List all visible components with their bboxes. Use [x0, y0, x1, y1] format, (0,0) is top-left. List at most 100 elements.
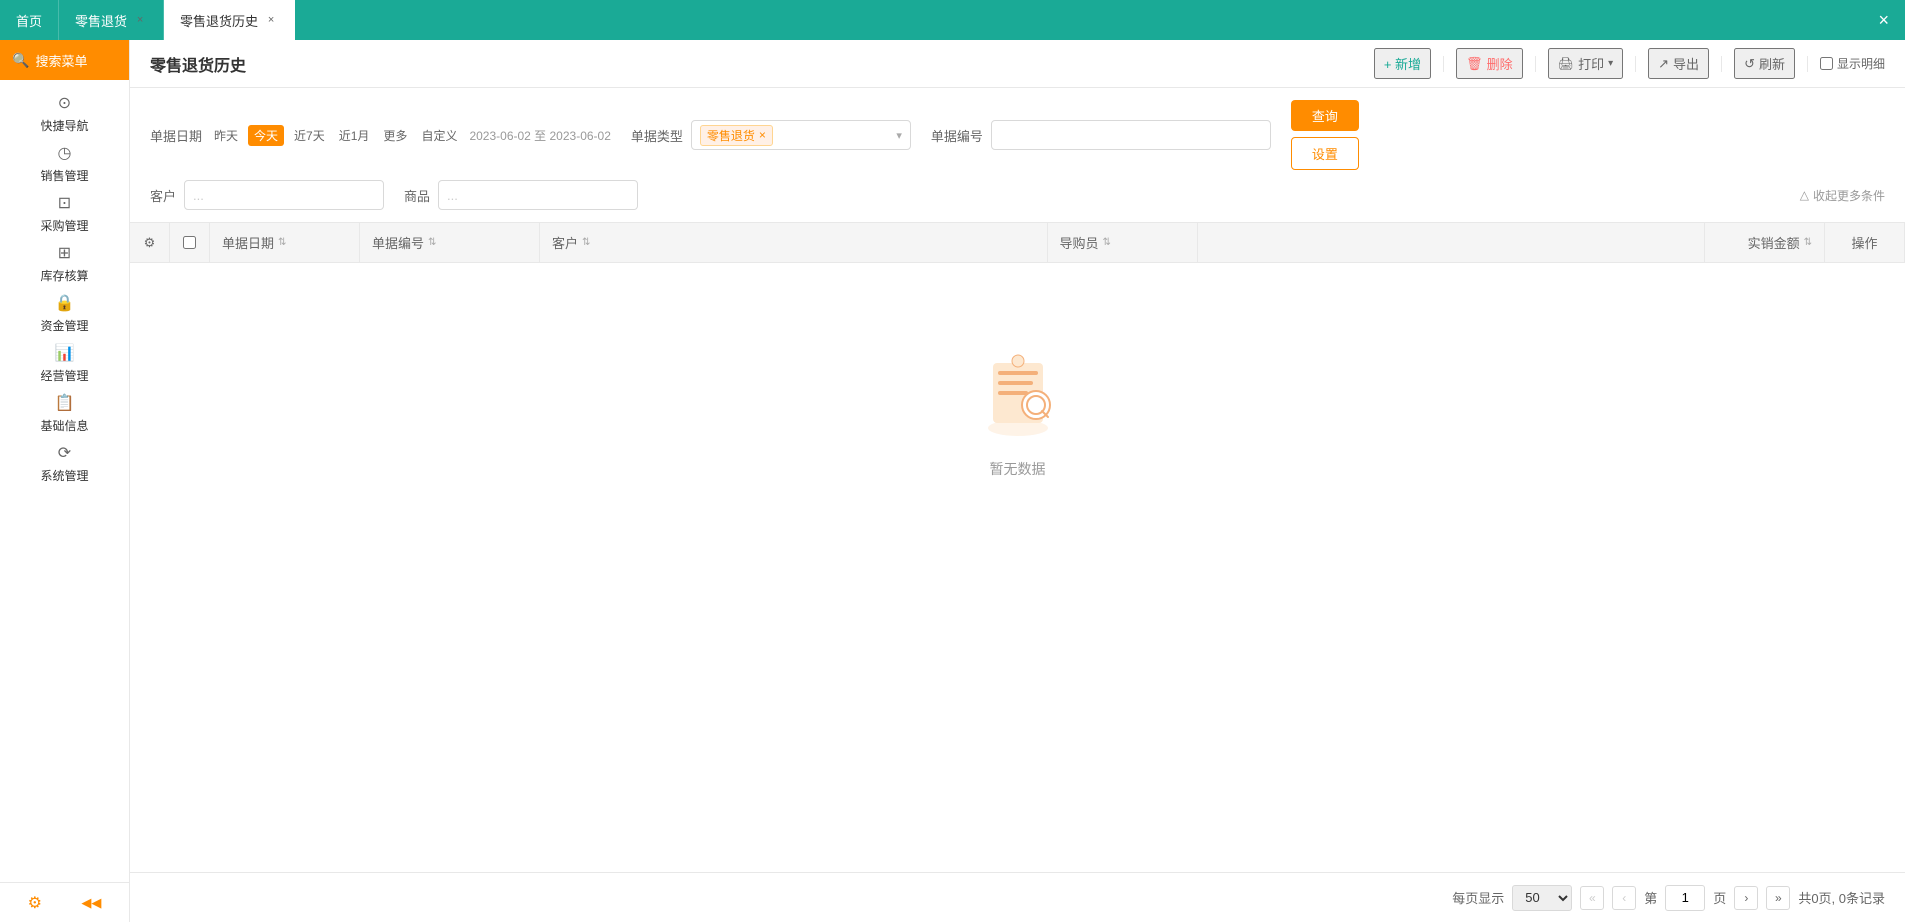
sidebar-item-sales-mgmt-label: 销售管理 — [40, 167, 88, 184]
doc-no-label: 单据编号 — [931, 126, 983, 145]
next-page-icon: › — [1744, 891, 1748, 905]
sidebar-settings-icon[interactable]: ⚙ — [28, 893, 42, 913]
main-layout: 🔍 搜索菜单 ⊙ 快捷导航 ◷ 销售管理 ⊡ 采购管理 ⊞ 库存核算 🔒 资金 — [0, 40, 1905, 922]
goods-label: 商品 — [404, 186, 430, 205]
date-range-display: 2023-06-02 至 2023-06-02 — [469, 127, 610, 144]
tab-retail-return-history-label: 零售退货历史 — [180, 11, 258, 30]
table-area: ⚙ 单据日期 ⇅ 单据编号 ⇅ 客户 ⇅ 导购员 — [130, 223, 1905, 872]
page-actions: + 新增 🗑 删除 🖨 打印 ▾ ↗ 导出 — [1374, 48, 1885, 79]
first-page-button[interactable]: « — [1580, 886, 1604, 910]
total-info: 共0页, 0条记录 — [1798, 888, 1885, 907]
sidebar-item-basic-info[interactable]: 📋 基础信息 — [0, 388, 129, 438]
sidebar-item-purchase-mgmt-label: 采购管理 — [40, 217, 88, 234]
date-opt-yesterday[interactable]: 昨天 — [210, 125, 242, 146]
page-title: 零售退货历史 — [150, 52, 246, 76]
sidebar-item-fund-mgmt[interactable]: 🔒 资金管理 — [0, 288, 129, 338]
sidebar-item-sales-mgmt[interactable]: ◷ 销售管理 — [0, 138, 129, 188]
tab-retail-return[interactable]: 零售退货 × — [59, 0, 164, 40]
basic-info-icon: 📋 — [55, 393, 75, 413]
sales-icon: ◷ — [58, 143, 72, 163]
th-customer-label: 客户 — [552, 233, 578, 252]
print-button-label: 打印 — [1578, 54, 1604, 73]
export-button[interactable]: ↗ 导出 — [1648, 48, 1709, 79]
refresh-button[interactable]: ↺ 刷新 — [1734, 48, 1795, 79]
sidebar-item-ops-mgmt[interactable]: 📊 经营管理 — [0, 338, 129, 388]
divider-4 — [1721, 56, 1722, 72]
sidebar-item-sys-mgmt[interactable]: ⟳ 系统管理 — [0, 438, 129, 488]
th-amount-label: 实销金额 — [1748, 233, 1800, 252]
print-button[interactable]: 🖨 打印 ▾ — [1548, 48, 1624, 79]
guide-sort-icon: ⇅ — [1103, 237, 1111, 248]
th-ops-label: 操作 — [1851, 233, 1877, 252]
page-label-prefix: 第 — [1644, 888, 1657, 907]
delete-button[interactable]: 🗑 删除 — [1456, 48, 1523, 79]
sidebar-item-fund-mgmt-label: 资金管理 — [40, 317, 88, 334]
date-opt-last7[interactable]: 近7天 — [290, 125, 329, 146]
doc-type-tag: 零售退货 × — [700, 125, 773, 146]
prev-page-button[interactable]: ‹ — [1612, 886, 1636, 910]
page-number-input[interactable] — [1665, 885, 1705, 911]
doc-type-label: 单据类型 — [631, 126, 683, 145]
sidebar-item-purchase-mgmt[interactable]: ⊡ 采购管理 — [0, 188, 129, 238]
th-checkbox[interactable] — [170, 223, 210, 262]
doc-type-filter: 单据类型 零售退货 × ▾ — [631, 120, 911, 150]
select-all-checkbox[interactable] — [183, 236, 196, 249]
show-details-checkbox[interactable]: 显示明细 — [1820, 55, 1885, 72]
goods-placeholder: ... — [447, 188, 458, 203]
filter-actions: 查询 设置 — [1291, 100, 1359, 170]
refresh-icon: ↺ — [1744, 56, 1755, 72]
content-area: 零售退货历史 + 新增 🗑 删除 🖨 打印 ▾ ↗ — [130, 40, 1905, 922]
date-opt-today[interactable]: 今天 — [248, 125, 284, 146]
query-button[interactable]: 查询 — [1291, 100, 1359, 131]
filter-setting-button[interactable]: 设置 — [1291, 137, 1359, 170]
goods-select[interactable]: ... — [438, 180, 638, 210]
tab-retail-return-close[interactable]: × — [133, 13, 147, 27]
date-filter: 单据日期 昨天 今天 近7天 近1月 更多 自定义 2023-06-02 至 2… — [150, 125, 611, 146]
window-close-button[interactable]: × — [1862, 10, 1905, 31]
doc-type-select[interactable]: 零售退货 × ▾ — [691, 120, 911, 150]
tab-home[interactable]: 首页 — [0, 0, 59, 40]
th-settings[interactable]: ⚙ — [130, 223, 170, 262]
divider-1 — [1443, 56, 1444, 72]
last-page-button[interactable]: » — [1766, 886, 1790, 910]
empty-icon — [968, 343, 1068, 443]
doc-type-tag-text: 零售退货 — [707, 127, 755, 144]
tab-home-label: 首页 — [16, 11, 42, 30]
sidebar-item-quick-nav[interactable]: ⊙ 快捷导航 — [0, 88, 129, 138]
delete-button-label: 删除 — [1487, 54, 1513, 73]
new-button[interactable]: + 新增 — [1374, 48, 1431, 79]
customer-select[interactable]: ... — [184, 180, 384, 210]
th-amount[interactable]: 实销金额 ⇅ — [1705, 223, 1825, 262]
export-icon: ↗ — [1658, 56, 1669, 72]
tab-retail-return-history-close[interactable]: × — [264, 13, 278, 27]
ops-icon: 📊 — [55, 343, 75, 363]
sidebar-item-inventory-calc[interactable]: ⊞ 库存核算 — [0, 238, 129, 288]
divider-5 — [1807, 56, 1808, 72]
page-size-select[interactable]: 20 50 100 — [1512, 885, 1572, 911]
customer-placeholder: ... — [193, 188, 204, 203]
tab-retail-return-history[interactable]: 零售退货历史 × — [164, 0, 295, 40]
th-guide[interactable]: 导购员 ⇅ — [1048, 223, 1198, 262]
th-guide-label: 导购员 — [1060, 233, 1099, 252]
sidebar-item-basic-info-label: 基础信息 — [40, 417, 88, 434]
doc-type-tag-close[interactable]: × — [759, 128, 766, 142]
sidebar-audio-icon[interactable]: ◀◀ — [81, 895, 101, 911]
th-date[interactable]: 单据日期 ⇅ — [210, 223, 360, 262]
collapse-more-button[interactable]: △ 收起更多条件 — [1800, 183, 1885, 208]
sidebar-search-label: 搜索菜单 — [35, 51, 87, 70]
th-customer[interactable]: 客户 ⇅ — [540, 223, 1048, 262]
docno-sort-icon: ⇅ — [428, 237, 436, 248]
sidebar-search-button[interactable]: 🔍 搜索菜单 — [0, 40, 129, 80]
doc-type-dropdown-icon: ▾ — [896, 129, 902, 142]
show-details-input[interactable] — [1820, 57, 1833, 70]
page-label-suffix: 页 — [1713, 888, 1726, 907]
next-page-button[interactable]: › — [1734, 886, 1758, 910]
doc-no-input[interactable] — [991, 120, 1271, 150]
date-opt-more[interactable]: 更多 — [379, 125, 411, 146]
th-docno[interactable]: 单据编号 ⇅ — [360, 223, 540, 262]
date-options: 昨天 今天 近7天 近1月 更多 自定义 — [210, 125, 461, 146]
sys-icon: ⟳ — [58, 443, 71, 463]
date-opt-custom[interactable]: 自定义 — [417, 125, 461, 146]
date-opt-last1month[interactable]: 近1月 — [335, 125, 374, 146]
customer-sort-icon: ⇅ — [582, 237, 590, 248]
